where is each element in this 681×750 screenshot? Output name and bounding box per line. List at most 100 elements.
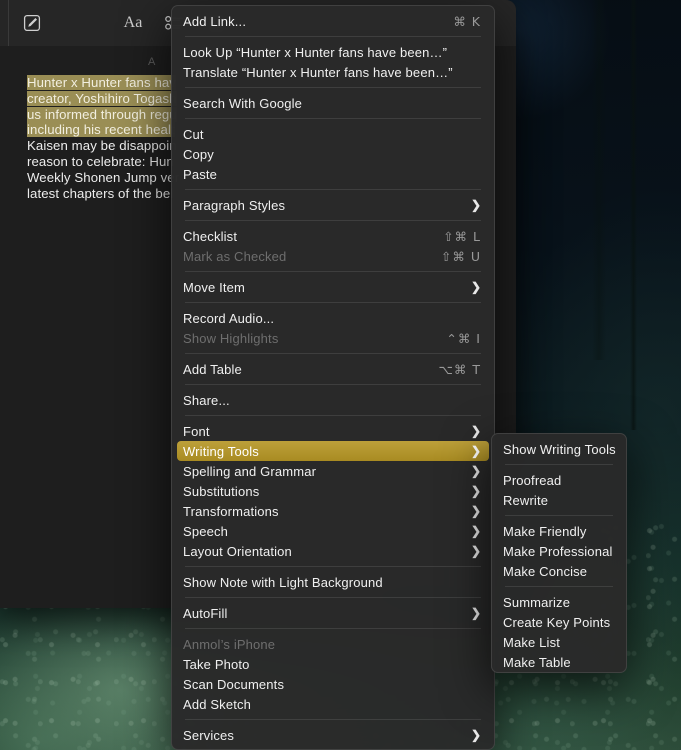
menu-item-label: Show Highlights bbox=[183, 330, 279, 346]
menu-separator bbox=[185, 220, 481, 221]
chevron-right-icon: ❯ bbox=[470, 198, 481, 212]
menu-item-copy[interactable]: Copy bbox=[177, 144, 489, 164]
tree-trunk bbox=[592, 0, 606, 360]
menu-item-label: Make Professional bbox=[503, 543, 613, 559]
menu-item-add-link[interactable]: Add Link... ⌘ K bbox=[177, 11, 489, 31]
menu-item-record-audio[interactable]: Record Audio... bbox=[177, 308, 489, 328]
writing-tools-submenu[interactable]: Show Writing Tools Proofread Rewrite Make F… bbox=[491, 433, 627, 673]
note-date-label: A bbox=[148, 56, 156, 68]
chevron-right-icon: ❯ bbox=[470, 544, 481, 558]
chevron-right-icon: ❯ bbox=[470, 524, 481, 538]
submenu-item-make-list[interactable]: Make List bbox=[497, 632, 621, 652]
menu-item-spelling-and-grammar[interactable]: Spelling and Grammar ❯ bbox=[177, 461, 489, 481]
menu-item-label: Add Table bbox=[183, 361, 242, 377]
format-text-icon[interactable]: Aa bbox=[118, 11, 148, 35]
menu-item-label: Summarize bbox=[503, 594, 571, 610]
selected-text: us informed through regu bbox=[27, 106, 177, 122]
menu-item-look-up-hunter-x-hunter-fans-have-been[interactable]: Look Up “Hunter x Hunter fans have been…… bbox=[177, 42, 489, 62]
menu-item-label: Mark as Checked bbox=[183, 248, 287, 264]
menu-item-label: Font bbox=[183, 423, 210, 439]
menu-item-search-with-google[interactable]: Search With Google bbox=[177, 93, 489, 113]
menu-item-label: Take Photo bbox=[183, 656, 250, 672]
menu-item-label: Scan Documents bbox=[183, 676, 285, 692]
submenu-item-proofread[interactable]: Proofread bbox=[497, 470, 621, 490]
menu-item-share[interactable]: Share... bbox=[177, 390, 489, 410]
menu-item-label: Add Sketch bbox=[183, 696, 251, 712]
sidebar-divider bbox=[8, 0, 9, 46]
menu-item-label: AutoFill bbox=[183, 605, 228, 621]
menu-item-checklist[interactable]: Checklist ⇧⌘ L bbox=[177, 226, 489, 246]
menu-item-transformations[interactable]: Transformations ❯ bbox=[177, 501, 489, 521]
submenu-item-make-professional[interactable]: Make Professional bbox=[497, 541, 621, 561]
context-menu[interactable]: Add Link... ⌘ K Look Up “Hunter x Hunter f… bbox=[171, 5, 495, 750]
menu-item-paragraph-styles[interactable]: Paragraph Styles ❯ bbox=[177, 195, 489, 215]
menu-item-font[interactable]: Font ❯ bbox=[177, 421, 489, 441]
menu-item-writing-tools[interactable]: Writing Tools ❯ bbox=[177, 441, 489, 461]
menu-item-show-note-with-light-background[interactable]: Show Note with Light Background bbox=[177, 572, 489, 592]
menu-item-label: Services bbox=[183, 727, 235, 743]
submenu-item-summarize[interactable]: Summarize bbox=[497, 592, 621, 612]
menu-item-mark-as-checked: Mark as Checked ⇧⌘ U bbox=[177, 246, 489, 266]
keyboard-shortcut: ⇧⌘ U bbox=[440, 248, 481, 264]
keyboard-shortcut: ⌘ K bbox=[453, 13, 481, 29]
menu-separator bbox=[185, 87, 481, 88]
menu-item-services[interactable]: Services ❯ bbox=[177, 725, 489, 745]
menu-separator bbox=[185, 118, 481, 119]
menu-item-label: Spelling and Grammar bbox=[183, 463, 317, 479]
menu-item-take-photo[interactable]: Take Photo bbox=[177, 654, 489, 674]
menu-separator bbox=[185, 566, 481, 567]
menu-item-add-table[interactable]: Add Table ⌥⌘ T bbox=[177, 359, 489, 379]
menu-item-scan-documents[interactable]: Scan Documents bbox=[177, 674, 489, 694]
menu-item-cut[interactable]: Cut bbox=[177, 124, 489, 144]
menu-separator bbox=[185, 189, 481, 190]
keyboard-shortcut: ⇧⌘ L bbox=[443, 228, 481, 244]
submenu-item-make-concise[interactable]: Make Concise bbox=[497, 561, 621, 581]
menu-item-label: Substitutions bbox=[183, 483, 260, 499]
chevron-right-icon: ❯ bbox=[470, 444, 481, 458]
menu-item-label: Record Audio... bbox=[183, 310, 275, 326]
menu-separator bbox=[185, 597, 481, 598]
menu-item-label: Layout Orientation bbox=[183, 543, 292, 559]
menu-item-label: Make Table bbox=[503, 654, 571, 670]
menu-item-move-item[interactable]: Move Item ❯ bbox=[177, 277, 489, 297]
submenu-item-create-key-points[interactable]: Create Key Points bbox=[497, 612, 621, 632]
selected-text: Hunter x Hunter fans hav bbox=[27, 75, 177, 90]
menu-item-speech[interactable]: Speech ❯ bbox=[177, 521, 489, 541]
menu-item-add-sketch[interactable]: Add Sketch bbox=[177, 694, 489, 714]
menu-item-autofill[interactable]: AutoFill ❯ bbox=[177, 603, 489, 623]
menu-item-label: Speech bbox=[183, 523, 228, 539]
menu-item-label: Make List bbox=[503, 634, 560, 650]
menu-item-label: Share... bbox=[183, 392, 230, 408]
menu-item-label: Create Key Points bbox=[503, 614, 611, 630]
submenu-item-make-friendly[interactable]: Make Friendly bbox=[497, 521, 621, 541]
menu-item-translate-hunter-x-hunter-fans-have-been[interactable]: Translate “Hunter x Hunter fans have bee… bbox=[177, 62, 489, 82]
menu-item-label: Paragraph Styles bbox=[183, 197, 286, 213]
menu-separator bbox=[505, 586, 613, 587]
submenu-item-show-writing-tools[interactable]: Show Writing Tools bbox=[497, 439, 621, 459]
menu-item-substitutions[interactable]: Substitutions ❯ bbox=[177, 481, 489, 501]
menu-separator bbox=[185, 719, 481, 720]
menu-item-label: Search With Google bbox=[183, 95, 303, 111]
menu-separator bbox=[505, 464, 613, 465]
menu-item-label: Paste bbox=[183, 166, 217, 182]
menu-item-layout-orientation[interactable]: Layout Orientation ❯ bbox=[177, 541, 489, 561]
menu-item-label: Translate “Hunter x Hunter fans have bee… bbox=[183, 64, 453, 80]
menu-item-label: Copy bbox=[183, 146, 214, 162]
menu-item-paste[interactable]: Paste bbox=[177, 164, 489, 184]
menu-item-label: Show Note with Light Background bbox=[183, 574, 383, 590]
compose-note-icon[interactable] bbox=[20, 11, 44, 35]
menu-separator bbox=[505, 515, 613, 516]
submenu-item-make-table[interactable]: Make Table bbox=[497, 652, 621, 672]
menu-separator bbox=[185, 415, 481, 416]
menu-item-label: Writing Tools bbox=[183, 443, 259, 459]
submenu-item-rewrite[interactable]: Rewrite bbox=[497, 490, 621, 510]
menu-item-label: Look Up “Hunter x Hunter fans have been…… bbox=[183, 44, 448, 60]
keyboard-shortcut: ⌥⌘ T bbox=[438, 361, 481, 377]
chevron-right-icon: ❯ bbox=[470, 504, 481, 518]
menu-item-show-highlights: Show Highlights ⌃⌘ I bbox=[177, 328, 489, 348]
menu-item-label: Checklist bbox=[183, 228, 238, 244]
chevron-right-icon: ❯ bbox=[470, 606, 481, 620]
menu-item-label: Rewrite bbox=[503, 492, 549, 508]
chevron-right-icon: ❯ bbox=[470, 424, 481, 438]
menu-item-label: Anmol’s iPhone bbox=[183, 636, 276, 652]
